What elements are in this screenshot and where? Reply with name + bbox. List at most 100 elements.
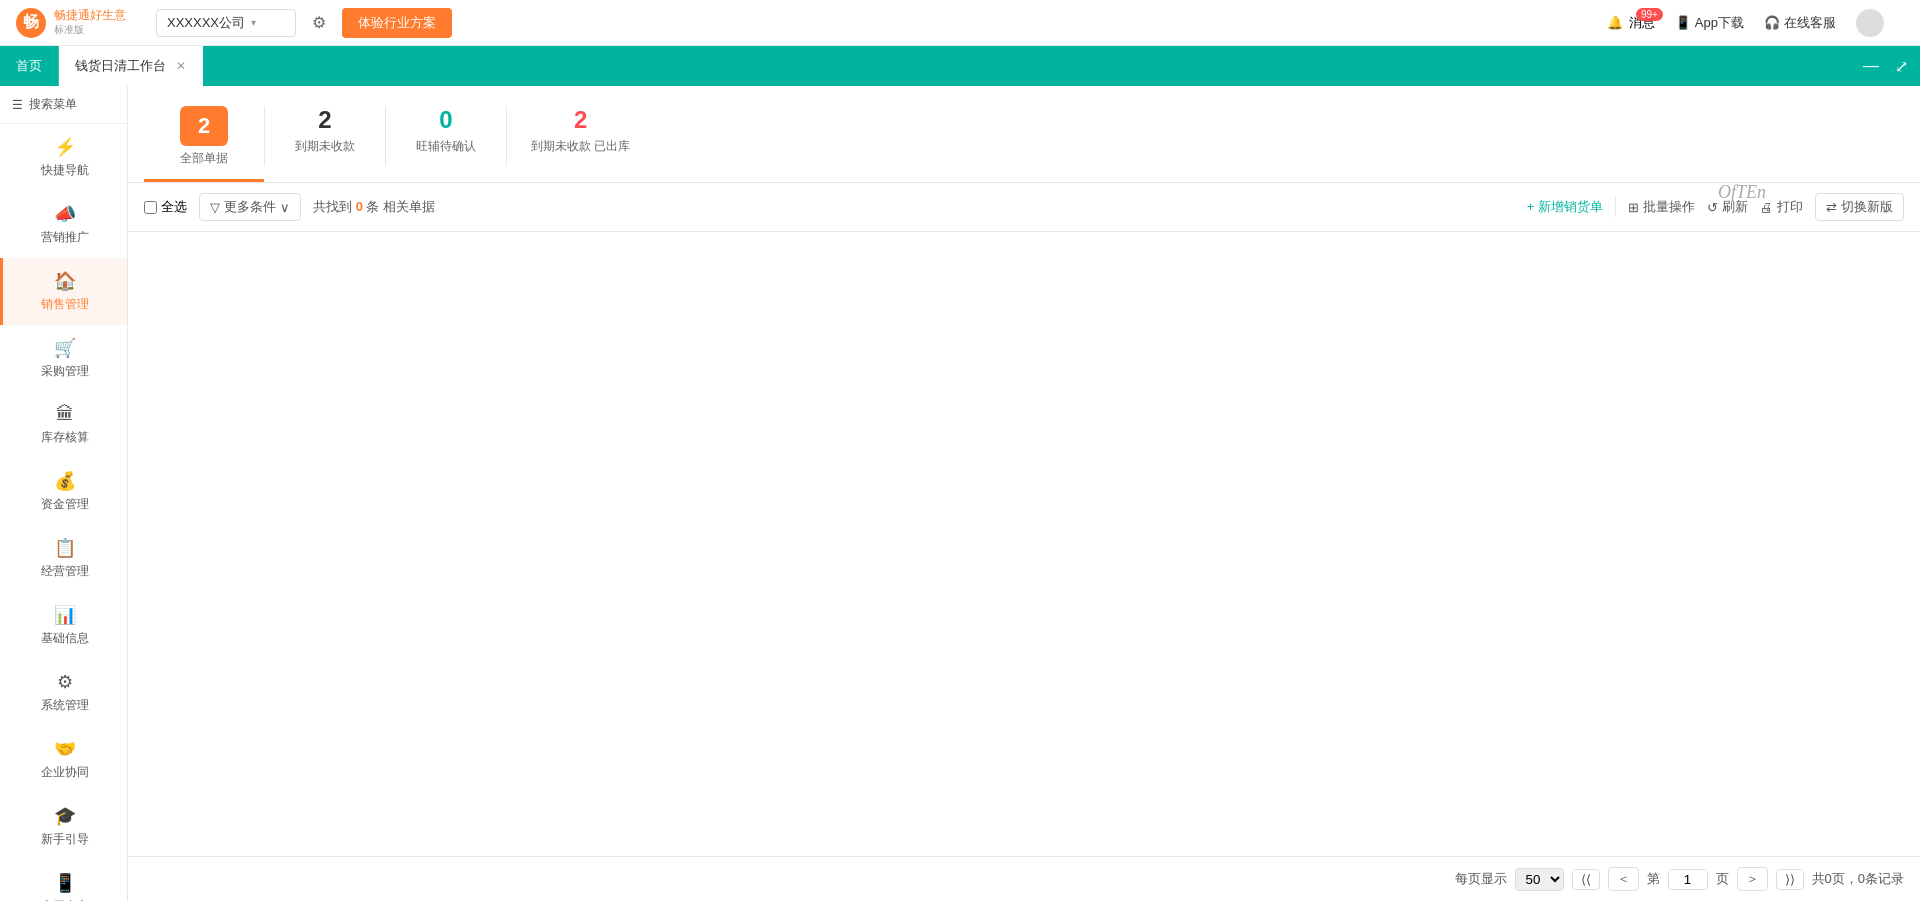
toolbar-divider <box>1615 197 1616 217</box>
company-selector[interactable]: XXXXXX公司 ▾ <box>156 9 296 37</box>
pagination: 每页显示 50 ⟨⟨ ＜ 第 页 ＞ ⟩⟩ 共0页，0条记录 <box>128 856 1920 901</box>
sidebar-search[interactable]: ☰ 搜索菜单 <box>0 86 127 124</box>
add-sale-button[interactable]: + 新增销货单 <box>1527 198 1603 216</box>
often-watermark: OfTEn <box>1718 182 1766 203</box>
sales-icon: 🏠 <box>54 270 76 292</box>
found-text: 共找到 0 条 相关单据 <box>313 198 435 216</box>
sys-icon: ⚙ <box>57 671 73 693</box>
batch-button[interactable]: ⊞ 批量操作 <box>1628 198 1695 216</box>
inventory-icon: 🏛 <box>56 404 74 425</box>
page-label: 第 <box>1647 870 1660 888</box>
search-icon: ☰ <box>12 98 23 112</box>
base-icon: 📊 <box>54 604 76 626</box>
market-icon: 📣 <box>54 203 76 225</box>
nav-icon: ⚡ <box>54 136 76 158</box>
stat-label-overdue: 到期未收款 <box>295 138 355 155</box>
print-button[interactable]: 🖨 打印 <box>1760 198 1803 216</box>
found-count: 0 <box>356 199 363 214</box>
tab-workbench-label: 钱货日清工作台 <box>75 57 166 75</box>
logo-sub: 标准版 <box>54 23 126 37</box>
tab-home-label: 首页 <box>16 57 42 75</box>
stat-count-overdue: 2 <box>318 106 331 134</box>
stat-tab-shipped[interactable]: 2 到期未收款 已出库 <box>507 98 654 182</box>
chevron-down-icon: ▾ <box>251 17 256 28</box>
notification-area[interactable]: 🔔 消息 99+ <box>1607 14 1655 32</box>
stat-label-wangfu: 旺辅待确认 <box>416 138 476 155</box>
switch-version-button[interactable]: ⇄ 切换新版 <box>1815 193 1904 221</box>
main-layout: ☰ 搜索菜单 ⚡ 快捷导航 📣 营销推广 🏠 销售管理 🛒 采购管理 🏛 库存核… <box>0 86 1920 901</box>
select-all-checkbox[interactable]: 全选 <box>144 198 187 216</box>
checkbox-input[interactable] <box>144 201 157 214</box>
settings-icon[interactable]: ⚙ <box>308 9 330 36</box>
switch-icon: ⇄ <box>1826 200 1837 215</box>
sidebar-item-app[interactable]: 📱 应用中心 <box>0 860 127 901</box>
sidebar-item-fund[interactable]: 💰 资金管理 <box>0 458 127 525</box>
prev-page-button[interactable]: ＜ <box>1608 867 1639 891</box>
page-suffix: 页 <box>1716 870 1729 888</box>
logo-area: 畅 畅捷通好生意 标准版 <box>16 8 144 38</box>
logo-text: 畅捷通好生意 <box>54 8 126 24</box>
fund-icon: 💰 <box>54 470 76 492</box>
sidebar-item-guide[interactable]: 🎓 新手引导 <box>0 793 127 860</box>
toolbar-right: + 新增销货单 ⊞ 批量操作 ↺ 刷新 🖨 打印 ⇄ 切换新版 <box>1527 193 1904 221</box>
bell-icon: 🔔 <box>1607 15 1623 30</box>
tab-maximize-button[interactable]: ⤢ <box>1891 53 1912 80</box>
total-label: 共0页，0条记录 <box>1812 870 1904 888</box>
logo-icon: 畅 <box>16 8 46 38</box>
stat-tab-wangfu[interactable]: 0 旺辅待确认 <box>386 98 506 182</box>
sidebar: ☰ 搜索菜单 ⚡ 快捷导航 📣 营销推广 🏠 销售管理 🛒 采购管理 🏛 库存核… <box>0 86 128 901</box>
tab-bar-actions: — ⤢ <box>1859 53 1920 80</box>
filter-icon: ▽ <box>210 200 220 215</box>
company-name: XXXXXX公司 <box>167 14 245 32</box>
chevron-down-icon: ∨ <box>280 200 290 215</box>
next-page-button[interactable]: ＞ <box>1737 867 1768 891</box>
header-left: 畅 畅捷通好生意 标准版 XXXXXX公司 ▾ ⚙ 体验行业方案 <box>16 8 452 38</box>
sidebar-item-management[interactable]: 📋 经营管理 <box>0 525 127 592</box>
notification-badge: 99+ <box>1636 8 1663 21</box>
table-area <box>128 232 1920 856</box>
stat-count-wangfu: 0 <box>439 106 452 134</box>
guide-icon: 🎓 <box>54 805 76 827</box>
headset-icon: 🎧 <box>1764 15 1780 30</box>
batch-icon: ⊞ <box>1628 200 1639 215</box>
avatar[interactable] <box>1856 9 1884 37</box>
stat-tab-all[interactable]: 2 全部单据 <box>144 98 264 182</box>
sidebar-item-corp[interactable]: 🤝 企业协同 <box>0 726 127 793</box>
mgmt-icon: 📋 <box>54 537 76 559</box>
top-header: 畅 畅捷通好生意 标准版 XXXXXX公司 ▾ ⚙ 体验行业方案 🔔 消息 99… <box>0 0 1920 46</box>
purchase-icon: 🛒 <box>54 337 76 359</box>
stats-tabs: 2 全部单据 2 到期未收款 0 旺辅待确认 2 到期未收款 已出库 <box>128 86 1920 183</box>
last-page-button[interactable]: ⟩⟩ <box>1776 869 1804 890</box>
stat-count-all: 2 <box>180 106 228 146</box>
toolbar: 全选 ▽ 更多条件 ∨ 共找到 0 条 相关单据 + 新增销货单 ⊞ <box>128 183 1920 232</box>
download-icon: 📱 <box>1675 15 1691 30</box>
stat-label-all: 全部单据 <box>180 150 228 167</box>
sidebar-item-quick-nav[interactable]: ⚡ 快捷导航 <box>0 124 127 191</box>
tab-minimize-button[interactable]: — <box>1859 53 1883 79</box>
sidebar-item-system[interactable]: ⚙ 系统管理 <box>0 659 127 726</box>
filter-button[interactable]: ▽ 更多条件 ∨ <box>199 193 301 221</box>
stat-label-shipped: 到期未收款 已出库 <box>531 138 630 155</box>
stat-tab-overdue[interactable]: 2 到期未收款 <box>265 98 385 182</box>
page-size-select[interactable]: 50 <box>1515 868 1564 891</box>
online-service[interactable]: 🎧 在线客服 <box>1764 14 1836 32</box>
refresh-icon: ↺ <box>1707 200 1718 215</box>
trial-button[interactable]: 体验行业方案 <box>342 8 452 38</box>
app-icon: 📱 <box>54 872 76 894</box>
page-input[interactable] <box>1668 869 1708 890</box>
tab-workbench[interactable]: 钱货日清工作台 ✕ <box>59 46 203 86</box>
tab-home[interactable]: 首页 <box>0 46 59 86</box>
stat-count-shipped: 2 <box>574 106 587 134</box>
first-page-button[interactable]: ⟨⟨ <box>1572 869 1600 890</box>
sidebar-item-marketing[interactable]: 📣 营销推广 <box>0 191 127 258</box>
tab-close-icon[interactable]: ✕ <box>176 59 186 73</box>
sidebar-item-purchase[interactable]: 🛒 采购管理 <box>0 325 127 392</box>
app-download[interactable]: 📱 App下载 <box>1675 14 1744 32</box>
sidebar-item-inventory[interactable]: 🏛 库存核算 <box>0 392 127 458</box>
sidebar-item-sales[interactable]: 🏠 销售管理 <box>0 258 127 325</box>
sidebar-item-base[interactable]: 📊 基础信息 <box>0 592 127 659</box>
corp-icon: 🤝 <box>54 738 76 760</box>
toolbar-left: 全选 ▽ 更多条件 ∨ 共找到 0 条 相关单据 <box>144 193 435 221</box>
tab-bar: 首页 钱货日清工作台 ✕ — ⤢ <box>0 46 1920 86</box>
header-right: 🔔 消息 99+ 📱 App下载 🎧 在线客服 <box>1607 9 1904 37</box>
